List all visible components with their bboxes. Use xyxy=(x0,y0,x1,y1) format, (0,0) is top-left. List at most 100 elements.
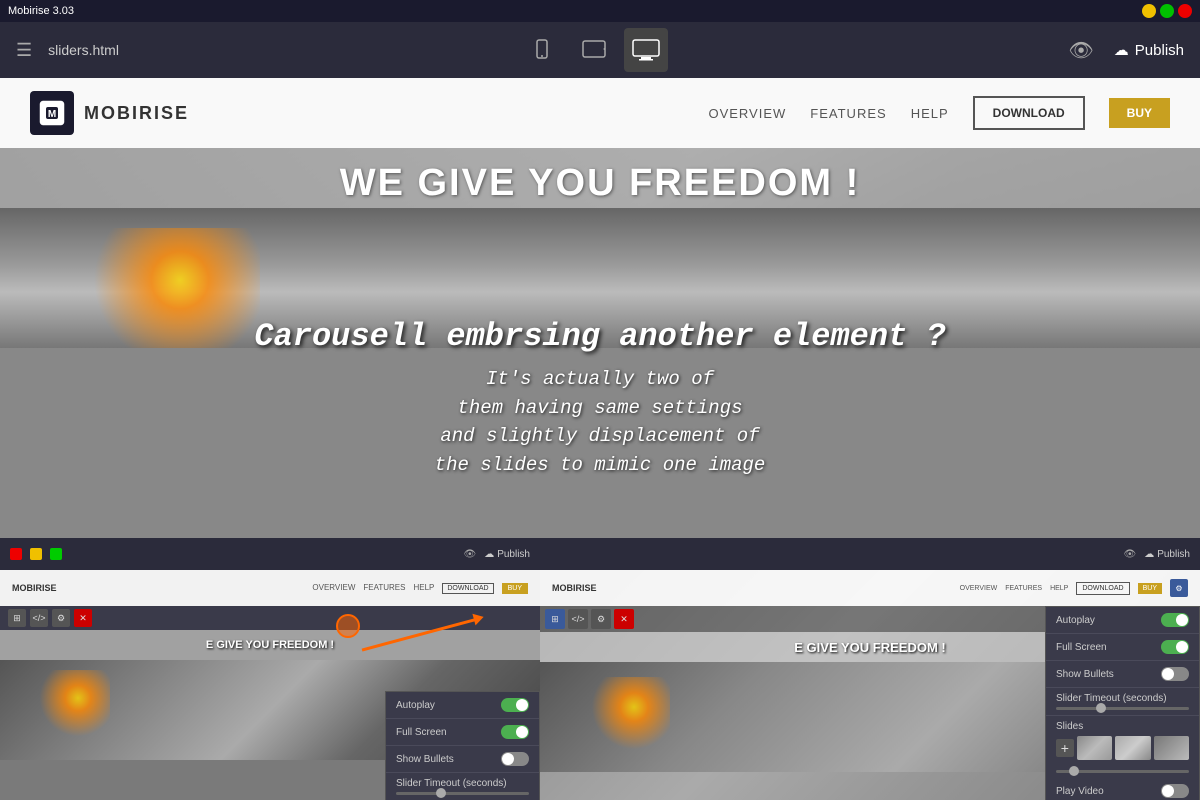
br-settings-icon[interactable]: ⚙ xyxy=(1170,579,1188,597)
r-slides-scroll-thumb[interactable] xyxy=(1069,766,1079,776)
mini-hero: E GIVE YOU FREEDOM ! xyxy=(0,630,540,660)
br-features: FEATURES xyxy=(1005,585,1042,592)
toolbar-left: ☰ sliders.html xyxy=(16,40,119,61)
r-slider-row-2 xyxy=(1046,765,1199,778)
autoplay-toggle[interactable] xyxy=(501,698,529,712)
r-fullscreen-label: Full Screen xyxy=(1056,642,1107,653)
r-slide-thumb-3[interactable] xyxy=(1154,736,1189,760)
show-bullets-toggle[interactable] xyxy=(501,752,529,766)
nav-buy[interactable]: BUY xyxy=(1109,98,1170,128)
mini-gear-btn[interactable]: ⚙ xyxy=(52,609,70,627)
mini-nav-help: HELP xyxy=(413,583,434,594)
mini-site-nav: MOBIRISE OVERVIEW FEATURES HELP DOWNLOAD… xyxy=(0,570,540,606)
br-publish-btn[interactable]: ☁ Publish xyxy=(1144,549,1190,560)
bottom-right-preview: 👁 ☁ Publish MOBIRISE OVERVIEW FEATURES H… xyxy=(540,538,1200,800)
r-slides-label: Slides xyxy=(1056,721,1189,732)
mini-logo: MOBIRISE xyxy=(12,583,57,593)
br-close-btn[interactable]: ✕ xyxy=(614,609,634,629)
desktop-device-button[interactable] xyxy=(624,28,668,72)
nav-features[interactable]: FEATURES xyxy=(810,106,886,121)
r-autoplay-toggle[interactable] xyxy=(1161,613,1189,627)
mini-close-btn[interactable] xyxy=(10,548,22,560)
menu-icon[interactable]: ☰ xyxy=(16,40,32,61)
mini-publish-button[interactable]: ☁ Publish xyxy=(484,549,530,560)
r-fullscreen-toggle[interactable] xyxy=(1161,640,1189,654)
right-settings-panel: Autoplay Full Screen Show Bullets Slider… xyxy=(1045,606,1200,800)
br-preview-icon[interactable]: 👁 xyxy=(1123,549,1136,560)
br-download: DOWNLOAD xyxy=(1076,582,1129,595)
main-toolbar: ☰ sliders.html 👁 ☁ Publish xyxy=(0,22,1200,78)
minimize-button[interactable] xyxy=(1142,4,1156,18)
br-edit-btn[interactable]: ⊞ xyxy=(545,609,565,629)
r-slides-scroll-track[interactable] xyxy=(1056,770,1189,773)
mini-nav-features: FEATURES xyxy=(363,583,405,594)
window-controls[interactable] xyxy=(1142,4,1192,18)
r-slider-timeout-thumb[interactable] xyxy=(1096,703,1106,713)
maximize-button[interactable] xyxy=(1160,4,1174,18)
settings-panel: Autoplay Full Screen Show Bullets Slider… xyxy=(385,691,540,800)
r-fullscreen-row: Full Screen xyxy=(1046,634,1199,661)
r-autoplay-row: Autoplay xyxy=(1046,607,1199,634)
nav-overview[interactable]: OVERVIEW xyxy=(708,106,786,121)
mini-hero-title: E GIVE YOU FREEDOM ! xyxy=(206,639,334,651)
r-show-bullets-toggle[interactable] xyxy=(1161,667,1189,681)
preview-icon[interactable]: 👁 xyxy=(1068,38,1093,63)
fullscreen-toggle[interactable] xyxy=(501,725,529,739)
title-bar: Mobirise 3.03 xyxy=(0,0,1200,22)
br-overview: OVERVIEW xyxy=(960,585,998,592)
mini-min-btn[interactable] xyxy=(30,548,42,560)
mini-preview-icon[interactable]: 👁 xyxy=(463,549,476,560)
mini-nav-links: OVERVIEW FEATURES HELP DOWNLOAD BUY xyxy=(312,583,528,594)
mini-editor-strip: ⊞ </> ⚙ ✕ xyxy=(0,606,540,630)
slider-timeout-track[interactable] xyxy=(396,792,529,795)
nav-download[interactable]: DOWNLOAD xyxy=(973,96,1085,130)
br-gear-btn[interactable]: ⚙ xyxy=(591,609,611,629)
mini-publish-label: Publish xyxy=(497,549,530,560)
tablet-device-button[interactable] xyxy=(572,28,616,72)
mini-nav-buy: BUY xyxy=(502,583,528,594)
br-hero-title: E GIVE YOU FREEDOM ! xyxy=(794,640,945,655)
br-cloud-icon: ☁ xyxy=(1144,549,1154,560)
r-slide-thumb-1[interactable] xyxy=(1077,736,1112,760)
r-play-video-label: Play Video xyxy=(1056,786,1104,797)
overlay-title: Carousell embrsing another element ? xyxy=(200,318,1000,355)
bottom-left-preview: 👁 ☁ Publish MOBIRISE OVERVIEW FEATURES H… xyxy=(0,538,540,800)
site-logo-icon: M xyxy=(30,91,74,135)
mini-sparkle-glow xyxy=(30,670,110,740)
overlay-description: It's actually two ofthem having same set… xyxy=(200,365,1000,479)
website-preview: M MOBIRISE OVERVIEW FEATURES HELP DOWNLO… xyxy=(0,78,1200,800)
r-add-slide-button[interactable]: + xyxy=(1056,739,1074,757)
slider-timeout-thumb[interactable] xyxy=(436,788,446,798)
site-nav: M MOBIRISE OVERVIEW FEATURES HELP DOWNLO… xyxy=(0,78,1200,148)
r-slide-thumb-2[interactable] xyxy=(1115,736,1150,760)
mini-code-btn[interactable]: </> xyxy=(30,609,48,627)
br-publish-label: Publish xyxy=(1157,549,1190,560)
mini-close-block-btn[interactable]: ✕ xyxy=(74,609,92,627)
publish-button[interactable]: ☁ Publish xyxy=(1114,41,1184,59)
r-autoplay-label: Autoplay xyxy=(1056,615,1095,626)
r-play-video-toggle[interactable] xyxy=(1161,784,1189,798)
r-slider-timeout-track[interactable] xyxy=(1056,707,1189,710)
close-button[interactable] xyxy=(1178,4,1192,18)
br-nav-links: OVERVIEW FEATURES HELP DOWNLOAD BUY ⚙ xyxy=(960,579,1188,597)
br-buy: BUY xyxy=(1138,583,1162,594)
br-sparkle-glow xyxy=(580,677,670,752)
r-slider-timeout-row: Slider Timeout (seconds) xyxy=(1046,688,1199,716)
orange-indicator-dot xyxy=(336,614,360,638)
autoplay-label: Autoplay xyxy=(396,700,435,711)
r-show-bullets-label: Show Bullets xyxy=(1056,669,1114,680)
app-title: Mobirise 3.03 xyxy=(8,5,74,17)
r-slider-timeout-label: Slider Timeout (seconds) xyxy=(1056,693,1189,704)
nav-help[interactable]: HELP xyxy=(911,106,949,121)
site-logo-text: MOBIRISE xyxy=(84,103,189,124)
bottom-right-toolbar: 👁 ☁ Publish xyxy=(540,538,1200,570)
mobile-device-button[interactable] xyxy=(520,28,564,72)
publish-label: Publish xyxy=(1135,42,1184,59)
mini-edit-icon-btn[interactable]: ⊞ xyxy=(8,609,26,627)
mini-cloud-icon: ☁ xyxy=(484,549,494,560)
publish-cloud-icon: ☁ xyxy=(1114,41,1129,59)
autoplay-row: Autoplay xyxy=(386,692,539,719)
br-code-btn[interactable]: </> xyxy=(568,609,588,629)
r-play-video-row: Play Video xyxy=(1046,778,1199,800)
mini-max-btn[interactable] xyxy=(50,548,62,560)
